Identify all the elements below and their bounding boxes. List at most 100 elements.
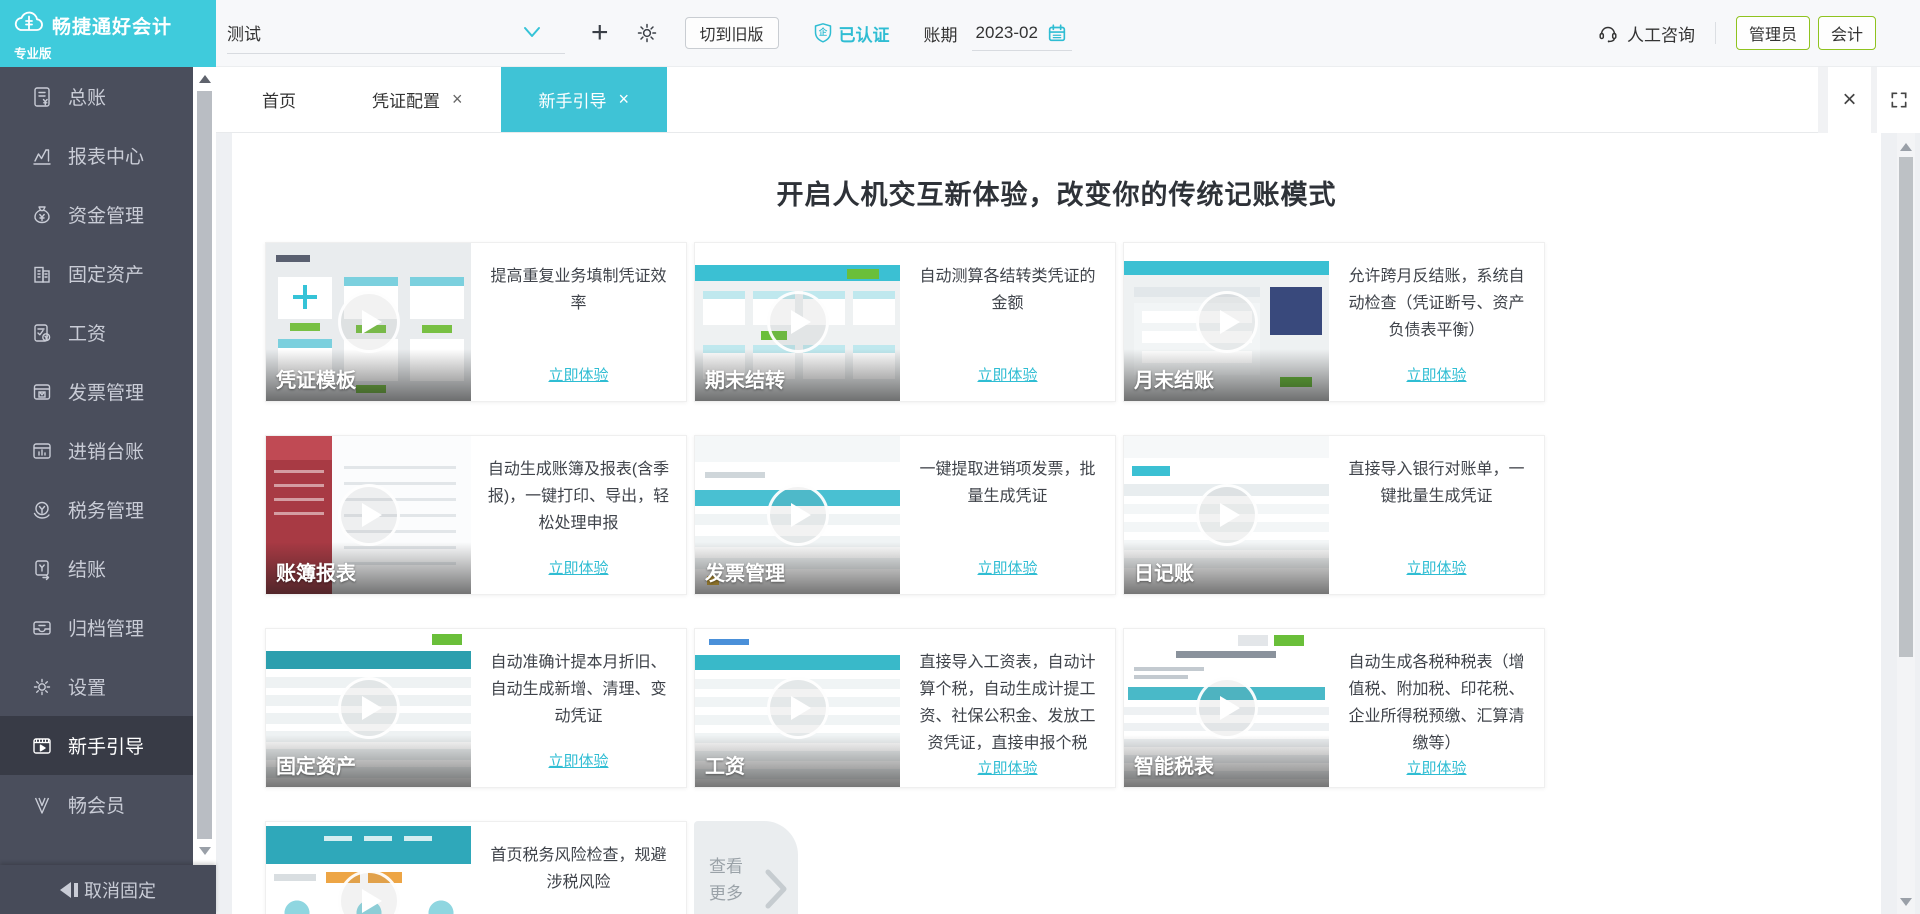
invoice-icon: [33, 383, 51, 400]
sidebar-item-closing[interactable]: 结账: [0, 539, 193, 598]
switch-old-version-button[interactable]: 切到旧版: [684, 17, 779, 49]
video-thumbnail[interactable]: [266, 822, 471, 914]
video-title: 智能税表: [1134, 756, 1214, 778]
human-consult-button[interactable]: 人工咨询: [1597, 21, 1695, 46]
tab-voucher-config[interactable]: 凭证配置 ×: [334, 67, 501, 132]
sidebar-scrollbar-thumb[interactable]: [197, 91, 212, 839]
video-thumbnail[interactable]: 账簿报表: [266, 436, 471, 594]
sidebar-item-salary[interactable]: 工资: [0, 303, 193, 362]
guide-icon: [33, 737, 51, 754]
feature-description: 首页税务风险检查，规避涉税风险: [490, 847, 667, 891]
fullscreen-button[interactable]: [1877, 67, 1920, 133]
feature-description: 允许跨月反结账，系统自动检查（凭证断号、资产负债表平衡）: [1348, 268, 1525, 339]
video-thumbnail[interactable]: 月末结账: [1124, 243, 1329, 401]
page-scrollbar-thumb[interactable]: [1899, 157, 1913, 657]
brand-name: 畅捷通好会计: [52, 17, 173, 38]
period-picker[interactable]: 2023-02: [971, 16, 1072, 51]
chevron-down-icon: [524, 27, 540, 37]
close-icon: ×: [1842, 86, 1857, 113]
main-content: 开启人机交互新体验，改变你的传统记账模式 凭证模板 提高重复业务填制凭证效率 立…: [216, 133, 1920, 914]
unpin-sidebar-button[interactable]: 取消固定: [0, 865, 216, 914]
try-now-link[interactable]: 立即体验: [1406, 364, 1466, 385]
company-select[interactable]: 测试: [227, 12, 565, 54]
tab-beginner-guide[interactable]: 新手引导 ×: [500, 67, 668, 132]
collapse-icon: [60, 881, 78, 898]
shield-icon: 企: [814, 23, 831, 43]
feature-card-smart-tax-forms: 智能税表 自动生成各税种税表（增值税、附加税、印花税、企业所得税预缴、汇算清缴等…: [1123, 628, 1545, 788]
page-scrollbar[interactable]: [1897, 133, 1915, 914]
brand-logo[interactable]: 畅捷通好会计 专业版: [0, 0, 216, 67]
feature-description: 自动生成账簿及报表(含季报)，一键打印、导出，轻松处理申报: [487, 461, 670, 532]
app-window: 畅捷通好会计 专业版 总账 报表中心 资金管理 固定资产 工资 发票管理 进销台…: [0, 0, 1920, 914]
admin-role-button[interactable]: 管理员: [1735, 16, 1810, 50]
add-account-button[interactable]: +: [591, 18, 609, 48]
video-thumbnail[interactable]: 日记账: [1124, 436, 1329, 594]
tab-close-icon[interactable]: ×: [619, 89, 630, 110]
sidebar-item-general-ledger[interactable]: 总账: [0, 67, 193, 126]
try-now-link[interactable]: 立即体验: [1406, 757, 1466, 778]
scroll-down-icon[interactable]: [1900, 898, 1912, 906]
sidebar-item-label: 结账: [68, 560, 107, 581]
play-button-icon: [337, 870, 400, 914]
sidebar-item-label: 工资: [68, 324, 107, 345]
try-now-link[interactable]: 立即体验: [548, 750, 608, 771]
view-more-button[interactable]: 查看更多: [694, 821, 798, 914]
sidebar-item-funds[interactable]: 资金管理: [0, 185, 193, 244]
video-title: 账簿报表: [276, 563, 356, 585]
video-thumbnail[interactable]: 发票管理: [695, 436, 900, 594]
tab-close-icon[interactable]: ×: [452, 89, 463, 110]
try-now-link[interactable]: 立即体验: [1406, 557, 1466, 578]
video-title: 固定资产: [276, 756, 356, 778]
topbar: 测试 + 切到旧版 企 已认证 账期 2023-02 人工咨询 管理员 会计: [216, 0, 1920, 67]
period-value: 2023-02: [975, 22, 1038, 42]
try-now-link[interactable]: 立即体验: [977, 557, 1037, 578]
try-now-link[interactable]: 立即体验: [548, 557, 608, 578]
plus-icon: +: [591, 16, 609, 49]
tab-home[interactable]: 首页: [224, 67, 334, 132]
feature-grid: 凭证模板 提高重复业务填制凭证效率 立即体验 期末结转 自动测算各结转类凭证的金…: [265, 242, 1545, 914]
accountant-role-button[interactable]: 会计: [1817, 16, 1876, 50]
try-now-link[interactable]: 立即体验: [548, 364, 608, 385]
salary-icon: [34, 323, 51, 342]
sidebar-item-fixed-assets[interactable]: 固定资产: [0, 244, 193, 303]
sidebar-item-settings[interactable]: 设置: [0, 657, 193, 716]
feature-description: 直接导入银行对账单，一键批量生成凭证: [1348, 461, 1525, 505]
tabs-bar: 首页 凭证配置 × 新手引导 × ×: [216, 67, 1920, 133]
video-thumbnail[interactable]: 工资: [695, 629, 900, 787]
feature-description: 提高重复业务填制凭证效率: [490, 268, 667, 312]
account-settings-button[interactable]: [635, 21, 659, 45]
period-label: 账期: [923, 25, 958, 45]
tab-actions: ×: [1818, 67, 1920, 133]
close-all-tabs-button[interactable]: ×: [1828, 67, 1871, 133]
try-now-link[interactable]: 立即体验: [977, 757, 1037, 778]
scroll-up-icon[interactable]: [1900, 143, 1912, 151]
chevron-right-icon: [765, 869, 787, 909]
scroll-up-icon[interactable]: [199, 75, 211, 83]
sidebar-scrollbar[interactable]: [193, 67, 216, 865]
consult-label: 人工咨询: [1626, 25, 1695, 45]
sidebar-item-invoice[interactable]: 发票管理: [0, 362, 193, 421]
sidebar-item-trade-ledger[interactable]: 进销台账: [0, 421, 193, 480]
scroll-down-icon[interactable]: [199, 847, 211, 855]
video-title: 日记账: [1134, 563, 1194, 585]
sidebar-item-label: 进销台账: [68, 442, 145, 463]
sidebar-item-report-center[interactable]: 报表中心: [0, 126, 193, 185]
calendar-icon: [1048, 23, 1066, 41]
video-thumbnail[interactable]: 智能税表: [1124, 629, 1329, 787]
certified-badge[interactable]: 企 已认证: [813, 21, 890, 46]
try-now-link[interactable]: 立即体验: [977, 364, 1037, 385]
video-thumbnail[interactable]: 凭证模板: [266, 243, 471, 401]
svg-text:企: 企: [817, 27, 827, 37]
video-thumbnail[interactable]: 固定资产: [266, 629, 471, 787]
sidebar-item-member[interactable]: 畅会员: [0, 775, 193, 834]
closing-icon: [35, 559, 50, 580]
play-button-icon: [337, 484, 400, 546]
play-button-icon: [1195, 484, 1258, 546]
sidebar-item-beginner-guide[interactable]: 新手引导: [0, 716, 193, 775]
video-thumbnail[interactable]: 期末结转: [695, 243, 900, 401]
sidebar-item-tax[interactable]: 税务管理: [0, 480, 193, 539]
sidebar-item-archive[interactable]: 归档管理: [0, 598, 193, 657]
sidebar-item-label: 发票管理: [68, 383, 145, 404]
sidebar-item-label: 报表中心: [68, 147, 145, 168]
cloud-yuan-icon: [14, 10, 44, 41]
